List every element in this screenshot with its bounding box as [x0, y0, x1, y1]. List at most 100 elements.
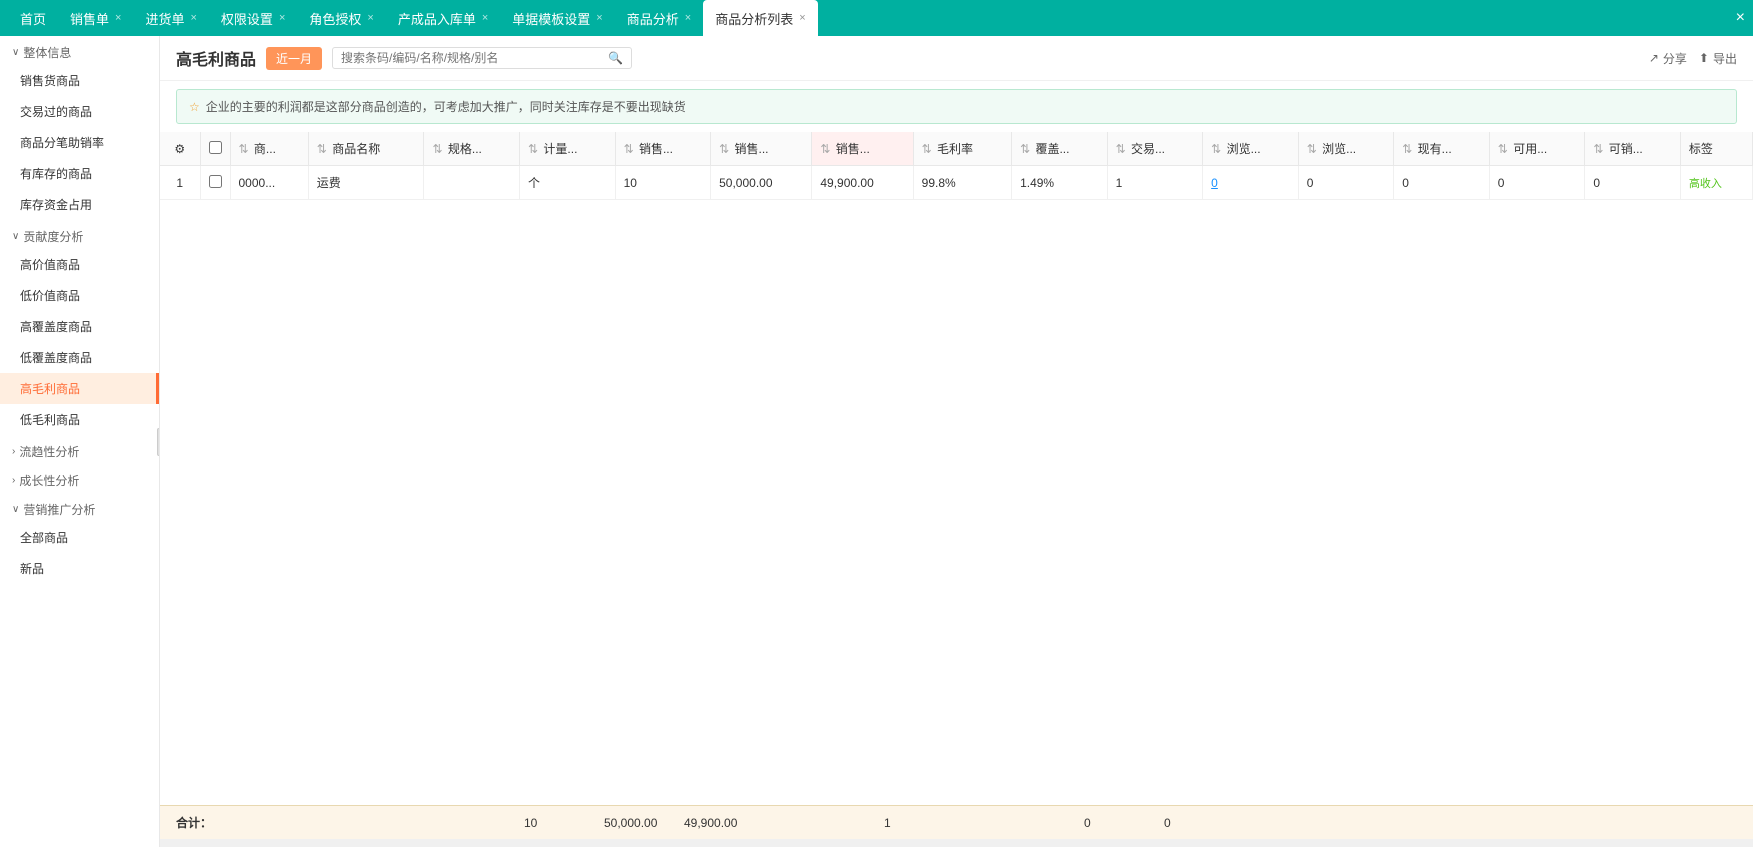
close-all-tabs[interactable]: × [1736, 9, 1745, 27]
tag-label: 高收入 [1689, 178, 1722, 190]
cell-browse1[interactable]: 0 [1203, 166, 1299, 200]
cell-checkbox[interactable] [200, 166, 230, 200]
sidebar-item-stock-capital[interactable]: 库存资金占用 [0, 189, 159, 220]
sort-icon-current-stock[interactable]: ⇅ [1402, 142, 1412, 156]
close-product-instock[interactable]: × [482, 12, 488, 24]
select-all-checkbox[interactable] [209, 141, 222, 154]
footer-available-val: 0 [1156, 816, 1236, 830]
sidebar-group-contribution[interactable]: ∨ 贡献度分析 [0, 220, 159, 249]
footer-label: 合计： [176, 814, 236, 831]
footer-browse-spacer [956, 816, 1076, 830]
nav-template-settings[interactable]: 单据模板设置 × [500, 0, 614, 36]
sort-icon-sales-cost[interactable]: ⇅ [820, 142, 830, 156]
th-transaction: ⇅ 交易... [1107, 132, 1203, 166]
close-product-analysis[interactable]: × [685, 12, 691, 24]
search-input[interactable] [341, 51, 608, 65]
nav-product-instock[interactable]: 产成品入库单 × [386, 0, 500, 36]
sort-icon-spec[interactable]: ⇅ [432, 142, 442, 156]
cell-current-stock: 0 [1394, 166, 1490, 200]
cell-gross-rate: 99.8% [913, 166, 1011, 200]
export-button[interactable]: ⬆ 导出 [1699, 50, 1737, 67]
cell-unit: 个 [520, 166, 616, 200]
search-box[interactable]: 🔍 [332, 47, 632, 69]
table-container[interactable]: ⚙ ⇅ 商... ⇅ 商品名称 [160, 132, 1753, 805]
sort-icon-sales-qty[interactable]: ⇅ [624, 142, 634, 156]
sidebar-item-high-coverage[interactable]: 高覆盖度商品 [0, 311, 159, 342]
footer-gross-spacer [756, 816, 876, 830]
nav-product-analysis-list[interactable]: 商品分析列表 × [703, 0, 817, 36]
sidebar-item-new-goods[interactable]: 新品 [0, 553, 159, 584]
footer-total: 合计： 10 50,000.00 49,900.00 1 0 0 [160, 805, 1753, 839]
nav-product-analysis[interactable]: 商品分析 × [615, 0, 703, 36]
info-banner: ☆ 企业的主要的利润都是这部分商品创造的，可考虑加大推广，同时关注库存是不要出现… [176, 89, 1737, 124]
sort-icon-available[interactable]: ⇅ [1498, 142, 1508, 156]
sort-icon-sellable[interactable]: ⇅ [1593, 142, 1603, 156]
sort-icon-coverage[interactable]: ⇅ [1020, 142, 1030, 156]
nav-permission-settings[interactable]: 权限设置 × [209, 0, 297, 36]
sidebar-item-in-stock-goods[interactable]: 有库存的商品 [0, 158, 159, 189]
footer-sales-qty [236, 816, 516, 830]
nav-purchase-order[interactable]: 进货单 × [133, 0, 208, 36]
table-header-row: ⚙ ⇅ 商... ⇅ 商品名称 [160, 132, 1753, 166]
sidebar-item-traded-goods[interactable]: 交易过的商品 [0, 96, 159, 127]
cell-sales-qty: 10 [615, 166, 711, 200]
sort-icon-transaction[interactable]: ⇅ [1116, 142, 1126, 156]
cell-sales-amount: 50,000.00 [711, 166, 812, 200]
close-sales-order[interactable]: × [115, 12, 121, 24]
search-icon[interactable]: 🔍 [608, 51, 623, 65]
time-filter-button[interactable]: 近一月 [266, 47, 322, 70]
sidebar-item-high-value[interactable]: 高价值商品 [0, 249, 159, 280]
sidebar-group-overall-arrow: ∨ [12, 47, 19, 58]
sidebar-item-sales-rate[interactable]: 商品分笔助销率 [0, 127, 159, 158]
sidebar-item-low-coverage[interactable]: 低覆盖度商品 [0, 342, 159, 373]
th-checkbox[interactable] [200, 132, 230, 166]
nav-sales-order[interactable]: 销售单 × [58, 0, 133, 36]
close-permission-settings[interactable]: × [279, 12, 285, 24]
cell-sales-cost: 49,900.00 [812, 166, 913, 200]
content-header: 高毛利商品 近一月 🔍 ↗ 分享 ⬆ 导出 [160, 36, 1753, 81]
cell-tag: 高收入 [1680, 166, 1752, 200]
sidebar-item-high-margin[interactable]: 高毛利商品 [0, 373, 159, 404]
sidebar-group-marketing[interactable]: ∨ 营销推广分析 [0, 493, 159, 522]
nav-role-auth[interactable]: 角色授权 × [297, 0, 385, 36]
close-template-settings[interactable]: × [596, 12, 602, 24]
sort-icon[interactable]: ⇅ [239, 142, 249, 156]
close-role-auth[interactable]: × [367, 12, 373, 24]
th-sales-qty: ⇅ 销售... [615, 132, 711, 166]
sort-icon-name[interactable]: ⇅ [317, 142, 327, 156]
sidebar-item-low-value[interactable]: 低价值商品 [0, 280, 159, 311]
header-actions: ↗ 分享 ⬆ 导出 [1649, 50, 1737, 67]
close-purchase-order[interactable]: × [190, 12, 196, 24]
sidebar-item-low-margin[interactable]: 低毛利商品 [0, 404, 159, 435]
sort-icon-browse2[interactable]: ⇅ [1307, 142, 1317, 156]
th-current-stock: ⇅ 现有... [1394, 132, 1490, 166]
share-button[interactable]: ↗ 分享 [1649, 50, 1687, 67]
sidebar-group-growth[interactable]: › 成长性分析 [0, 464, 159, 493]
nav-home[interactable]: 首页 [8, 0, 58, 36]
sort-icon-gross-rate[interactable]: ⇅ [922, 142, 932, 156]
page-title: 高毛利商品 [176, 46, 256, 70]
footer-sales-amount-val: 50,000.00 [596, 816, 676, 830]
top-navigation: 首页 销售单 × 进货单 × 权限设置 × 角色授权 × 产成品入库单 × 单据… [0, 0, 1753, 36]
cell-browse2: 0 [1298, 166, 1394, 200]
browse1-link[interactable]: 0 [1211, 176, 1218, 190]
sidebar-group-growth-arrow: › [12, 475, 15, 486]
th-browse2: ⇅ 浏览... [1298, 132, 1394, 166]
sidebar-group-overall-info[interactable]: ∨ 整体信息 [0, 36, 159, 65]
sidebar-item-sales-goods[interactable]: 销售货商品 [0, 65, 159, 96]
row-checkbox[interactable] [209, 175, 222, 188]
settings-icon[interactable]: ⚙ [174, 142, 185, 156]
th-settings[interactable]: ⚙ [160, 132, 200, 166]
close-product-analysis-list[interactable]: × [799, 12, 805, 24]
sort-icon-sales-amount[interactable]: ⇅ [719, 142, 729, 156]
bottom-scrollbar[interactable] [160, 839, 1753, 847]
export-icon: ⬆ [1699, 51, 1709, 65]
sidebar-group-trend[interactable]: › 流趋性分析 [0, 435, 159, 464]
sort-icon-browse1[interactable]: ⇅ [1211, 142, 1221, 156]
th-name: ⇅ 商品名称 [308, 132, 424, 166]
sidebar-item-all-goods[interactable]: 全部商品 [0, 522, 159, 553]
sort-icon-unit[interactable]: ⇅ [528, 142, 538, 156]
sidebar: « ∨ 整体信息 销售货商品 交易过的商品 商品分笔助销率 有库存的商品 库存资… [0, 36, 160, 847]
sidebar-collapse-button[interactable]: « [157, 428, 160, 456]
th-coverage: ⇅ 覆盖... [1012, 132, 1108, 166]
